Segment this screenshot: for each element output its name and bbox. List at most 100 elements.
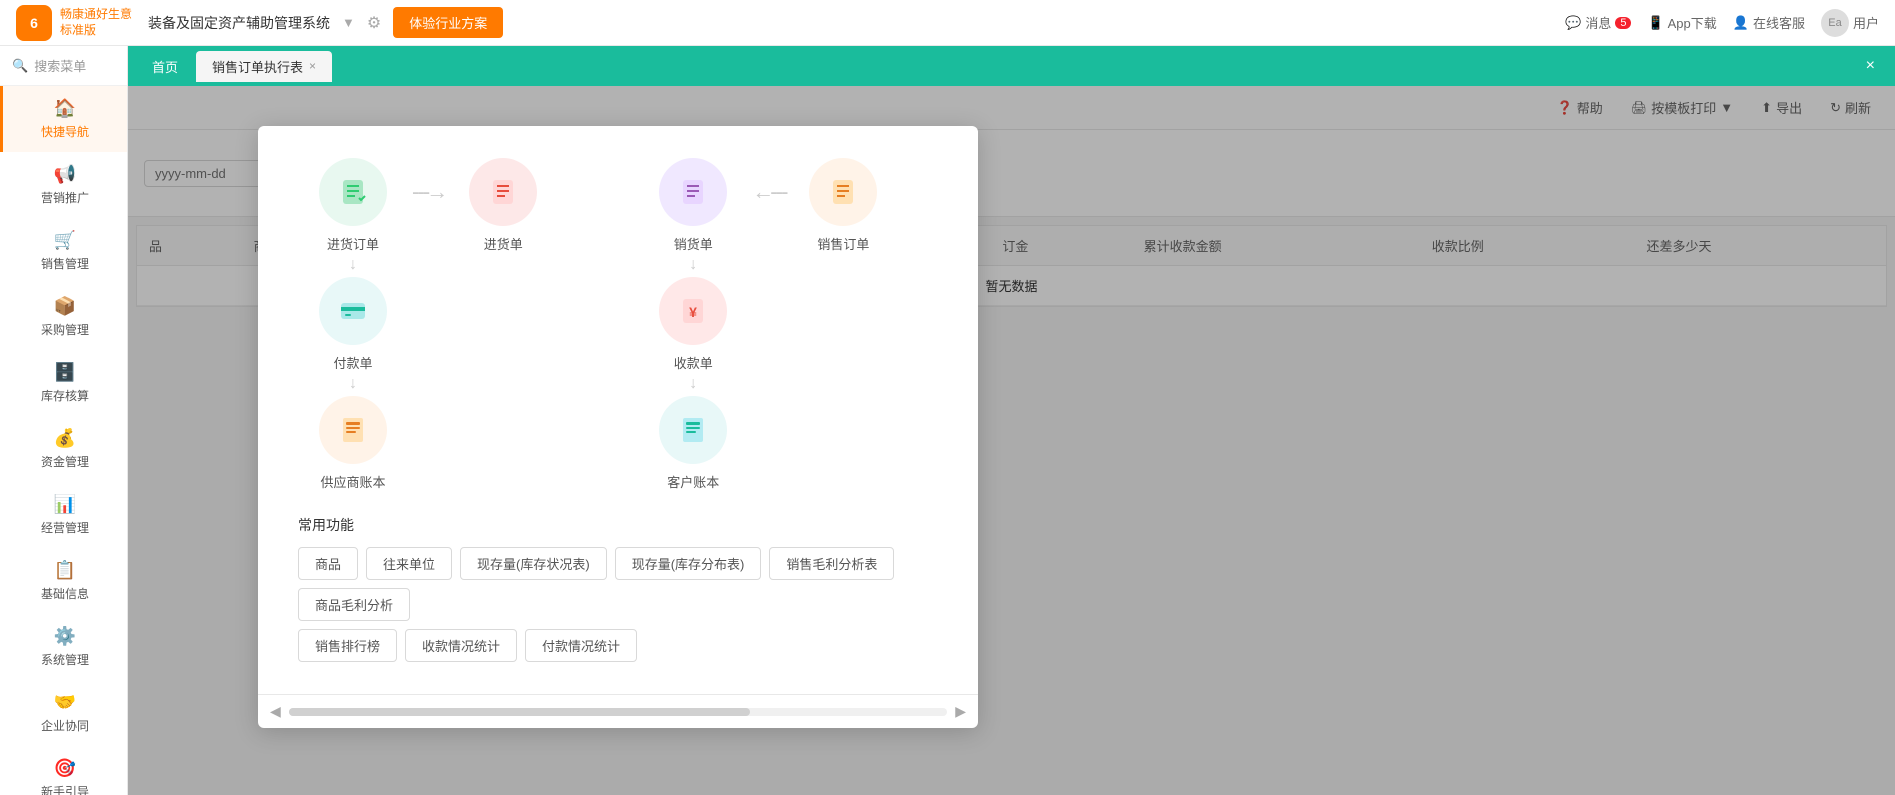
enterprise-icon: 🤝 bbox=[54, 692, 76, 713]
sidebar: 🔍 搜索菜单 🏠 快捷导航 📢 营销推广 🛒 销售管理 📦 采购管理 🗄️ bbox=[0, 46, 128, 795]
scroll-right-btn[interactable]: ▶ bbox=[955, 703, 966, 720]
tab-home[interactable]: 首页 bbox=[136, 51, 194, 82]
flow-node-receipt[interactable]: ¥ 收款单 bbox=[638, 277, 748, 372]
cf-btn-sales-profit[interactable]: 销售毛利分析表 bbox=[769, 547, 894, 580]
arrow-h-2: ←- - - bbox=[748, 158, 788, 226]
payment-circle bbox=[319, 277, 387, 345]
purchase-order-label: 进货订单 bbox=[327, 234, 379, 253]
sidebar-item-operation[interactable]: 📊 经营管理 bbox=[0, 482, 127, 548]
flow-modal: 进货订单 ↓ 付款单 bbox=[258, 126, 978, 728]
inventory-icon: 🗄️ bbox=[54, 362, 76, 383]
online-service-btn[interactable]: 👤 在线客服 bbox=[1733, 13, 1805, 32]
flow-node-customer-ledger[interactable]: 客户账本 bbox=[638, 396, 748, 491]
supplier-ledger-circle bbox=[319, 396, 387, 464]
system-icon: ⚙️ bbox=[54, 626, 76, 647]
svg-text:¥: ¥ bbox=[689, 304, 697, 320]
guide-icon: 🎯 bbox=[54, 758, 76, 779]
sidebar-item-sales[interactable]: 🛒 销售管理 bbox=[0, 218, 127, 284]
cf-btn-payment-stat[interactable]: 付款情况统计 bbox=[525, 629, 637, 662]
scroll-left-btn[interactable]: ◀ bbox=[270, 703, 281, 720]
purchase-order-circle bbox=[319, 158, 387, 226]
download-icon: 📱 bbox=[1647, 15, 1663, 31]
arrow-down-3: ↓ bbox=[349, 372, 357, 396]
operation-icon: 📊 bbox=[54, 494, 76, 515]
sidebar-item-system[interactable]: ⚙️ 系统管理 bbox=[0, 614, 127, 680]
payment-label: 付款单 bbox=[333, 353, 372, 372]
arrow-h-1: - - -→ bbox=[408, 158, 448, 226]
tab-bar: 首页 销售订单执行表 × × bbox=[128, 46, 1895, 86]
sales-order-circle bbox=[809, 158, 877, 226]
system-title: 装备及固定资产辅助管理系统 bbox=[148, 13, 330, 33]
search-menu-btn[interactable]: 🔍 搜索菜单 bbox=[0, 46, 127, 86]
top-bar-left: 6 畅康通好生意 标准版 装备及固定资产辅助管理系统 ▼ ⚙ 体验行业方案 bbox=[16, 5, 503, 41]
flow-node-purchase-bill[interactable]: 进货单 bbox=[448, 158, 558, 253]
settings-icon[interactable]: ⚙ bbox=[367, 13, 381, 33]
sales-order-label: 销售订单 bbox=[817, 234, 869, 253]
sidebar-item-guide[interactable]: 🎯 新手引导 bbox=[0, 746, 127, 795]
flow-node-payment[interactable]: 付款单 bbox=[298, 277, 408, 372]
flow-node-sales-order[interactable]: 销售订单 bbox=[788, 158, 898, 253]
logo-icon: 6 bbox=[16, 5, 52, 41]
arrow-down-1: ↓ bbox=[349, 253, 357, 277]
sidebar-item-quick-nav[interactable]: 🏠 快捷导航 bbox=[0, 86, 127, 152]
tab-close-btn[interactable]: × bbox=[309, 59, 316, 73]
top-bar: 6 畅康通好生意 标准版 装备及固定资产辅助管理系统 ▼ ⚙ 体验行业方案 💬 … bbox=[0, 0, 1895, 46]
app-download-btn[interactable]: 📱 App下载 bbox=[1647, 13, 1716, 32]
main-layout: 🔍 搜索菜单 🏠 快捷导航 📢 营销推广 🛒 销售管理 📦 采购管理 🗄️ bbox=[0, 46, 1895, 795]
message-badge: 5 bbox=[1615, 17, 1631, 29]
window-close-btn[interactable]: × bbox=[1854, 57, 1887, 75]
quick-nav-icon: 🏠 bbox=[54, 98, 76, 119]
sidebar-item-enterprise[interactable]: 🤝 企业协同 bbox=[0, 680, 127, 746]
flow-diagram: 进货订单 ↓ 付款单 bbox=[298, 158, 938, 491]
cf-btn-sales-rank[interactable]: 销售排行榜 bbox=[298, 629, 397, 662]
search-icon: 🔍 bbox=[12, 58, 28, 74]
sidebar-item-marketing[interactable]: 📢 营销推广 bbox=[0, 152, 127, 218]
modal-overlay: 进货订单 ↓ 付款单 bbox=[128, 86, 1895, 795]
cf-btn-product-profit[interactable]: 商品毛利分析 bbox=[298, 588, 410, 621]
flow-node-purchase-order[interactable]: 进货订单 bbox=[298, 158, 408, 253]
basic-info-icon: 📋 bbox=[54, 560, 76, 581]
system-title-dropdown-icon[interactable]: ▼ bbox=[342, 15, 355, 30]
content-area: 首页 销售订单执行表 × × ❓ 帮助 🖨 bbox=[128, 46, 1895, 795]
cf-btn-stock-status[interactable]: 现存量(库存状况表) bbox=[460, 547, 607, 580]
cf-btn-stock-dist[interactable]: 现存量(库存分布表) bbox=[615, 547, 762, 580]
sidebar-item-inventory[interactable]: 🗄️ 库存核算 bbox=[0, 350, 127, 416]
message-icon: 💬 bbox=[1565, 15, 1581, 31]
flow-right-col: 销售订单 bbox=[788, 158, 898, 253]
cf-btn-receipt-stat[interactable]: 收款情况统计 bbox=[405, 629, 517, 662]
flow-mid-right-col: 销货单 ↓ ¥ 收款单 bbox=[638, 158, 748, 491]
cf-buttons-row2: 销售排行榜 收款情况统计 付款情况统计 bbox=[298, 629, 938, 662]
supplier-ledger-label: 供应商账本 bbox=[320, 472, 385, 491]
cf-btn-product[interactable]: 商品 bbox=[298, 547, 358, 580]
scroll-track[interactable] bbox=[289, 708, 947, 716]
modal-scroll: ◀ ▶ bbox=[258, 694, 978, 728]
logo-text: 畅康通好生意 标准版 bbox=[60, 7, 132, 38]
receipt-circle: ¥ bbox=[659, 277, 727, 345]
scroll-thumb bbox=[289, 708, 750, 716]
sidebar-item-finance[interactable]: 💰 资金管理 bbox=[0, 416, 127, 482]
user-menu[interactable]: Ea 用户 bbox=[1821, 9, 1879, 37]
experience-btn[interactable]: 体验行业方案 bbox=[393, 7, 503, 38]
flow-left-col: 进货订单 ↓ 付款单 bbox=[298, 158, 408, 491]
sidebar-item-basic-info[interactable]: 📋 基础信息 bbox=[0, 548, 127, 614]
app-container: 6 畅康通好生意 标准版 装备及固定资产辅助管理系统 ▼ ⚙ 体验行业方案 💬 … bbox=[0, 0, 1895, 795]
service-icon: 👤 bbox=[1733, 15, 1749, 31]
logo-area: 6 畅康通好生意 标准版 bbox=[16, 5, 136, 41]
finance-icon: 💰 bbox=[54, 428, 76, 449]
arrow-down-4: ↓ bbox=[689, 372, 697, 396]
marketing-icon: 📢 bbox=[54, 164, 76, 185]
arrow-down-2: ↓ bbox=[689, 253, 697, 277]
flow-node-supplier-ledger[interactable]: 供应商账本 bbox=[298, 396, 408, 491]
cf-buttons: 商品 往来单位 现存量(库存状况表) 现存量(库存分布表) 销售毛利分析表 商品… bbox=[298, 547, 938, 621]
flow-node-sales-bill[interactable]: 销货单 bbox=[638, 158, 748, 253]
receipt-label: 收款单 bbox=[674, 353, 713, 372]
cf-btn-counterparty[interactable]: 往来单位 bbox=[366, 547, 452, 580]
purchase-bill-circle bbox=[469, 158, 537, 226]
avatar: Ea bbox=[1821, 9, 1849, 37]
modal-body: 进货订单 ↓ 付款单 bbox=[258, 126, 978, 694]
message-btn[interactable]: 💬 消息 5 bbox=[1565, 13, 1631, 32]
tab-sales-order-exec[interactable]: 销售订单执行表 × bbox=[196, 51, 332, 82]
sales-icon: 🛒 bbox=[54, 230, 76, 251]
sales-bill-label: 销货单 bbox=[674, 234, 713, 253]
sidebar-item-purchase[interactable]: 📦 采购管理 bbox=[0, 284, 127, 350]
